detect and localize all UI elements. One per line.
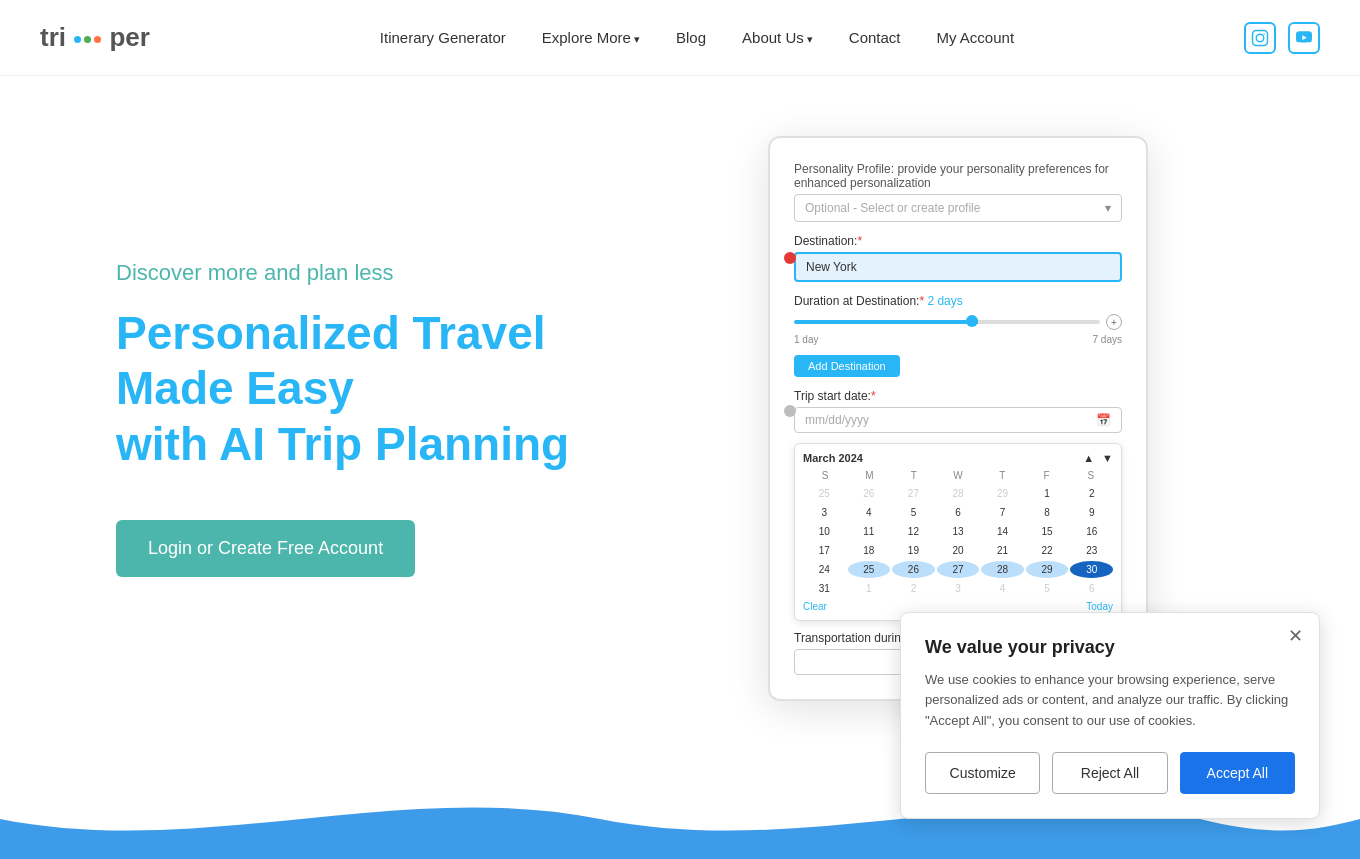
svg-point-2 xyxy=(1263,33,1265,35)
instagram-icon[interactable] xyxy=(1244,22,1276,54)
cookie-accept-button[interactable]: Accept All xyxy=(1180,752,1295,794)
red-dot-indicator xyxy=(784,252,796,264)
nav-social xyxy=(1244,22,1320,54)
cookie-banner: ✕ We value your privacy We use cookies t… xyxy=(900,612,1320,819)
duration-label: Duration at Destination:* 2 days xyxy=(794,294,1122,308)
logo-dot-orange xyxy=(94,36,101,43)
personality-label: Personality Profile: provide your person… xyxy=(794,162,1122,190)
svg-point-1 xyxy=(1256,34,1264,42)
cookie-buttons: Customize Reject All Accept All xyxy=(925,752,1295,794)
nav-item-myaccount[interactable]: My Account xyxy=(937,29,1015,47)
destination-input[interactable]: New York xyxy=(794,252,1122,282)
cookie-title: We value your privacy xyxy=(925,637,1295,658)
navbar: tri per Itinerary Generator Explore More… xyxy=(0,0,1360,76)
nav-item-blog[interactable]: Blog xyxy=(676,29,706,47)
add-destination-button[interactable]: Add Destination xyxy=(794,355,900,377)
nav-links: Itinerary Generator Explore More Blog Ab… xyxy=(380,29,1014,47)
calendar[interactable]: March 2024 ▲ ▼ S M T W T F S xyxy=(794,443,1122,621)
duration-slider[interactable]: + xyxy=(794,314,1122,330)
personality-select[interactable]: Optional - Select or create profile ▾ xyxy=(794,194,1122,222)
hero-left: Discover more and plan less Personalized… xyxy=(116,260,636,577)
cookie-text: We use cookies to enhance your browsing … xyxy=(925,670,1295,732)
svg-rect-0 xyxy=(1253,30,1268,45)
cookie-customize-button[interactable]: Customize xyxy=(925,752,1040,794)
cta-button[interactable]: Login or Create Free Account xyxy=(116,520,415,577)
cookie-close-button[interactable]: ✕ xyxy=(1288,625,1303,647)
nav-item-contact[interactable]: Contact xyxy=(849,29,901,47)
cal-clear[interactable]: Clear xyxy=(803,601,827,612)
trip-start-label: Trip start date:* xyxy=(794,389,1122,403)
destination-label: Destination:* xyxy=(794,234,1122,248)
logo[interactable]: tri per xyxy=(40,22,150,53)
date-input[interactable]: mm/dd/yyyy 📅 xyxy=(794,407,1122,433)
logo-text: tri per xyxy=(40,22,150,53)
cal-next[interactable]: ▼ xyxy=(1102,452,1113,464)
nav-item-about[interactable]: About Us xyxy=(742,29,813,47)
gray-dot-indicator xyxy=(784,405,796,417)
nav-item-explore[interactable]: Explore More xyxy=(542,29,640,47)
logo-dot-green xyxy=(84,36,91,43)
nav-item-itinerary[interactable]: Itinerary Generator xyxy=(380,29,506,47)
youtube-icon[interactable] xyxy=(1288,22,1320,54)
cookie-reject-button[interactable]: Reject All xyxy=(1052,752,1167,794)
logo-dot-blue xyxy=(74,36,81,43)
hero-subtitle: Discover more and plan less xyxy=(116,260,636,286)
calendar-grid: 25 26 27 28 29 1 2 3 4 5 6 7 8 xyxy=(803,485,1113,597)
cal-today[interactable]: Today xyxy=(1086,601,1113,612)
cal-prev[interactable]: ▲ xyxy=(1083,452,1094,464)
hero-title: Personalized Travel Made Easy with AI Tr… xyxy=(116,306,636,472)
